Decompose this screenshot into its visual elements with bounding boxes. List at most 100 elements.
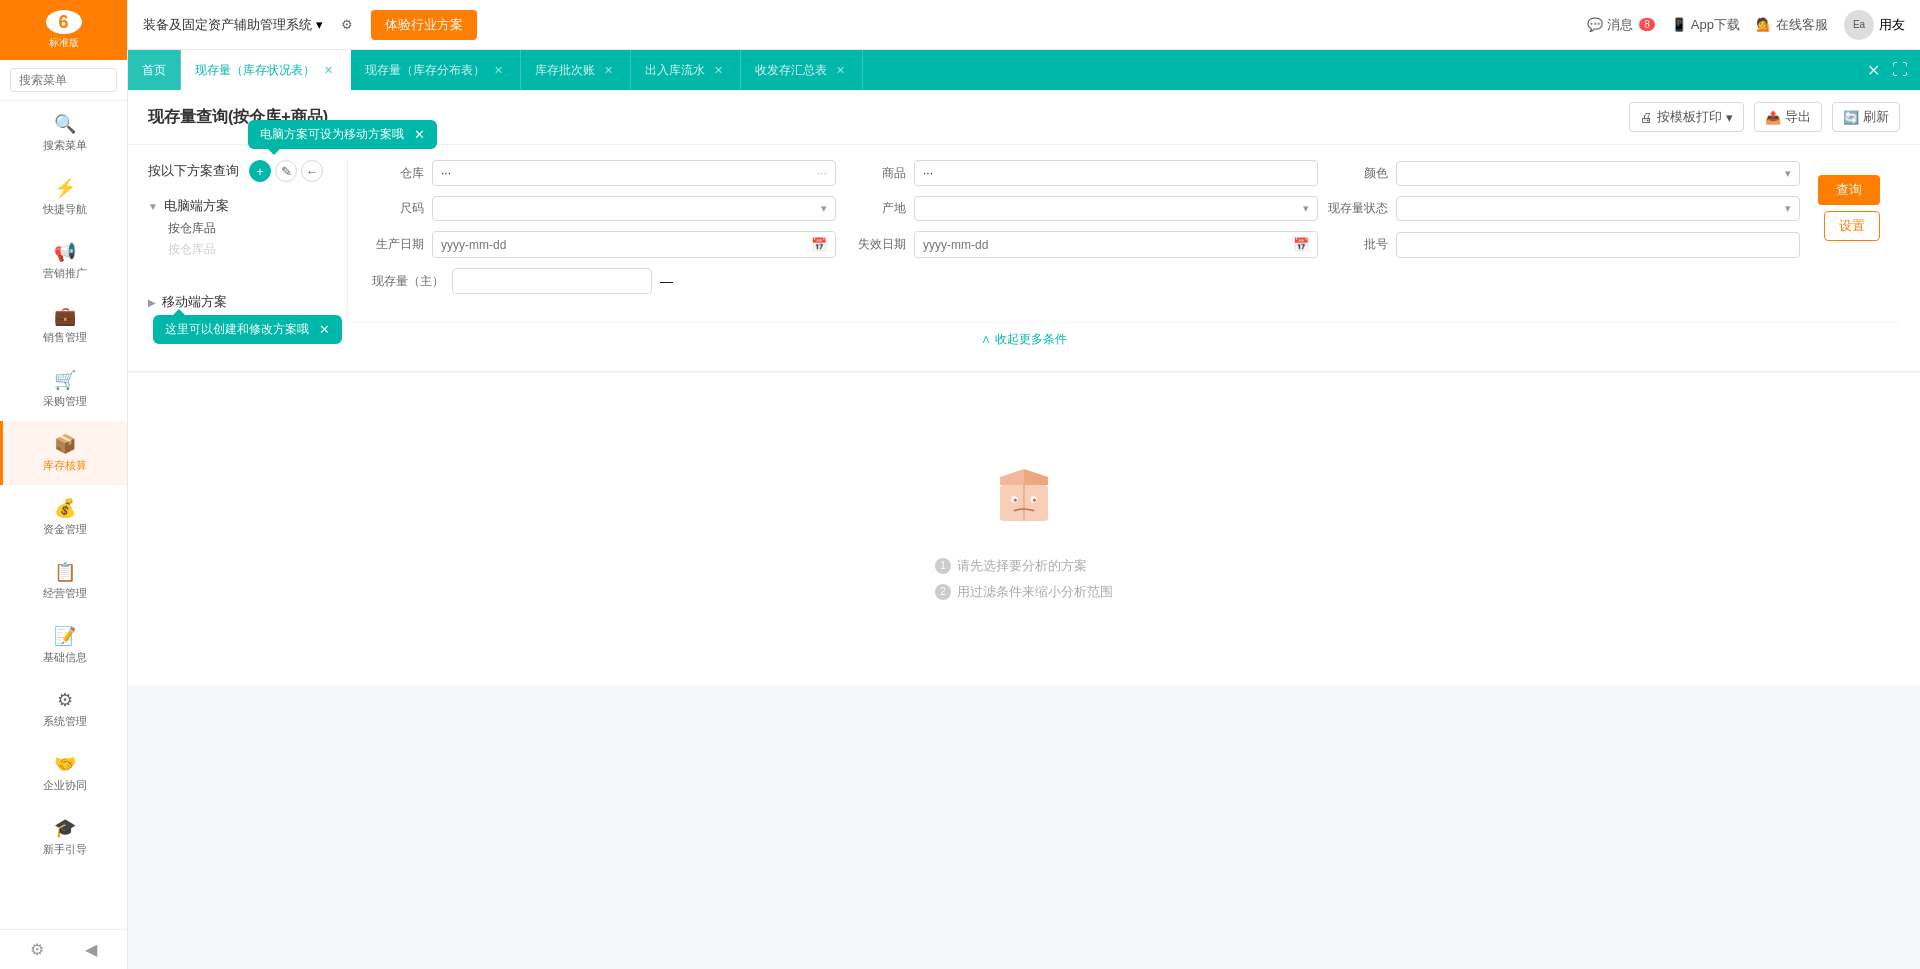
- add-scheme-btn[interactable]: +: [249, 160, 271, 182]
- empty-tips: 1 请先选择要分析的方案 2 用过滤条件来缩小分析范围: [935, 553, 1113, 605]
- app-label: App下载: [1691, 16, 1740, 34]
- tab-inventory-status-close[interactable]: ✕: [321, 63, 336, 78]
- produce-date-calendar-icon[interactable]: 📅: [811, 237, 827, 252]
- filter-section: 按以下方案查询 + ✎ ← 电脑方案可设为移动方案哦 ✕: [128, 145, 1920, 372]
- tooltip1-text: 电脑方案可设为移动方案哦: [260, 126, 404, 143]
- settings-icon[interactable]: ⚙: [30, 940, 44, 959]
- filter-label: 按以下方案查询: [148, 162, 239, 180]
- tab-collect-summary[interactable]: 收发存汇总表 ✕: [741, 50, 863, 90]
- search-input[interactable]: [10, 68, 117, 92]
- top-header-right: 💬 消息 8 📱 App下载 💁 在线客服 Ea 用友: [1587, 10, 1905, 40]
- stock-qty-separator: —: [660, 274, 673, 289]
- sidebar-item-sales[interactable]: 💼 销售管理: [0, 293, 127, 357]
- collapse-icon: ∧: [981, 332, 991, 346]
- tab-inventory-dist-close[interactable]: ✕: [491, 63, 506, 78]
- stock-status-select[interactable]: ▾: [1396, 196, 1800, 221]
- fullscreen-icon[interactable]: ⛶: [1890, 59, 1910, 81]
- sidebar-item-purchase[interactable]: 🛒 采购管理: [0, 357, 127, 421]
- sidebar-item-search[interactable]: 🔍 搜索菜单: [0, 101, 127, 165]
- back-scheme-btn[interactable]: ←: [301, 160, 323, 182]
- tab-inventory-status-label: 现存量（库存状况表）: [195, 62, 315, 79]
- blurred-scheme-label: 按仓库品: [168, 241, 216, 258]
- main-content: 装备及固定资产辅助管理系统 ▾ ⚙ 体验行业方案 💬 消息 8 📱 App下载 …: [128, 0, 1920, 969]
- color-select[interactable]: ▾: [1396, 161, 1800, 186]
- tooltip1-close[interactable]: ✕: [414, 127, 425, 142]
- color-dropdown-icon: ▾: [1785, 167, 1791, 180]
- scheme-group-desktop: ▼ 电脑端方案 按仓库品 按仓库品: [148, 194, 335, 260]
- expire-date-field[interactable]: [923, 238, 1289, 252]
- edit-scheme-btn[interactable]: ✎: [275, 160, 297, 182]
- origin-select[interactable]: ▾: [914, 196, 1318, 221]
- tab-in-out-flow-close[interactable]: ✕: [711, 63, 726, 78]
- warehouse-select[interactable]: ··· ···: [432, 160, 836, 186]
- sidebar-item-guide[interactable]: 🎓 新手引导: [0, 805, 127, 869]
- empty-illustration: [974, 453, 1074, 533]
- messages-action[interactable]: 💬 消息 8: [1587, 16, 1655, 34]
- sidebar-item-inventory[interactable]: 📦 库存核算: [0, 421, 127, 485]
- sidebar-item-finance[interactable]: 💰 资金管理: [0, 485, 127, 549]
- svg-point-7: [1033, 499, 1036, 502]
- tooltip2-close[interactable]: ✕: [319, 322, 330, 337]
- filter-top: 按以下方案查询 + ✎ ←: [148, 160, 335, 182]
- message-icon: 💬: [1587, 17, 1603, 32]
- empty-state: 1 请先选择要分析的方案 2 用过滤条件来缩小分析范围: [128, 373, 1920, 685]
- expire-date-input[interactable]: 📅: [914, 231, 1318, 258]
- tab-home[interactable]: 首页: [128, 50, 181, 90]
- sidebar-item-system[interactable]: ⚙ 系统管理: [0, 677, 127, 741]
- goods-select[interactable]: ···: [914, 160, 1318, 186]
- user-avatar-btn[interactable]: Ea 用友: [1844, 10, 1905, 40]
- system-title-dropdown[interactable]: 装备及固定资产辅助管理系统 ▾: [143, 16, 323, 34]
- app-download-action[interactable]: 📱 App下载: [1671, 16, 1740, 34]
- close-all-tabs-icon[interactable]: ✕: [1865, 59, 1882, 82]
- sidebar-item-basic-info[interactable]: 📝 基础信息: [0, 613, 127, 677]
- print-label: 按模板打印: [1657, 108, 1722, 126]
- tab-inventory-status[interactable]: 现存量（库存状况表） ✕: [181, 50, 351, 90]
- produce-date-field[interactable]: [441, 238, 807, 252]
- sidebar-logo: 6 标准版: [0, 0, 127, 60]
- size-select[interactable]: ▾: [432, 196, 836, 221]
- tab-collect-summary-close[interactable]: ✕: [833, 63, 848, 78]
- sidebar-item-quick-nav[interactable]: ⚡ 快捷导航: [0, 165, 127, 229]
- print-dropdown-icon: ▾: [1726, 110, 1733, 125]
- sidebar-item-marketing[interactable]: 📢 营销推广: [0, 229, 127, 293]
- filter-row-3: 生产日期 📅 失效日期 📅: [364, 231, 1800, 258]
- batch-input[interactable]: [1396, 232, 1800, 258]
- scheme-group-desktop-header[interactable]: ▼ 电脑端方案: [148, 194, 335, 218]
- purchase-icon: 🛒: [54, 369, 76, 391]
- expire-date-calendar-icon[interactable]: 📅: [1293, 237, 1309, 252]
- scheme-item-blurred[interactable]: 按仓库品: [168, 239, 335, 260]
- online-support-action[interactable]: 💁 在线客服: [1756, 16, 1828, 34]
- tab-inventory-dist-label: 现存量（库存分布表）: [365, 62, 485, 79]
- query-btns: 查询 设置: [1818, 175, 1880, 241]
- print-template-btn[interactable]: 🖨 按模板打印 ▾: [1629, 102, 1744, 132]
- tab-batch-ledger[interactable]: 库存批次账 ✕: [521, 50, 631, 90]
- experience-btn[interactable]: 体验行业方案: [371, 10, 477, 40]
- origin-label: 产地: [846, 200, 906, 217]
- gear-button[interactable]: ⚙: [333, 11, 361, 39]
- collapse-bar[interactable]: ∧ 收起更多条件: [148, 322, 1900, 356]
- sidebar-item-cooperation[interactable]: 🤝 企业协同: [0, 741, 127, 805]
- size-dropdown-icon: ▾: [821, 202, 827, 215]
- export-btn[interactable]: 📤 导出: [1754, 102, 1822, 132]
- stock-status-dropdown-icon: ▾: [1785, 202, 1791, 215]
- warehouse-scheme-label: 按仓库品: [168, 220, 216, 237]
- scheme-item-warehouse[interactable]: 按仓库品: [168, 218, 335, 239]
- reset-btn[interactable]: 设置: [1824, 211, 1880, 241]
- refresh-btn[interactable]: 🔄 刷新: [1832, 102, 1900, 132]
- query-btn[interactable]: 查询: [1818, 175, 1880, 205]
- tip1-num: 1: [935, 558, 951, 574]
- sidebar-item-operation[interactable]: 📋 经营管理: [0, 549, 127, 613]
- stock-qty-min[interactable]: [452, 268, 652, 294]
- svg-marker-1: [1000, 469, 1024, 485]
- collapse-sidebar-icon[interactable]: ◀: [85, 940, 97, 959]
- sidebar-nav: 🔍 搜索菜单 ⚡ 快捷导航 📢 营销推广 💼 销售管理 🛒 采购管理 📦 库存核…: [0, 101, 127, 929]
- produce-date-input[interactable]: 📅: [432, 231, 836, 258]
- message-label: 消息: [1607, 16, 1633, 34]
- refresh-icon: 🔄: [1843, 110, 1859, 125]
- tab-batch-ledger-close[interactable]: ✕: [601, 63, 616, 78]
- tab-batch-ledger-label: 库存批次账: [535, 62, 595, 79]
- system-title: 装备及固定资产辅助管理系统: [143, 16, 312, 34]
- origin-dropdown-icon: ▾: [1303, 202, 1309, 215]
- tab-in-out-flow[interactable]: 出入库流水 ✕: [631, 50, 741, 90]
- tab-inventory-dist[interactable]: 现存量（库存分布表） ✕: [351, 50, 521, 90]
